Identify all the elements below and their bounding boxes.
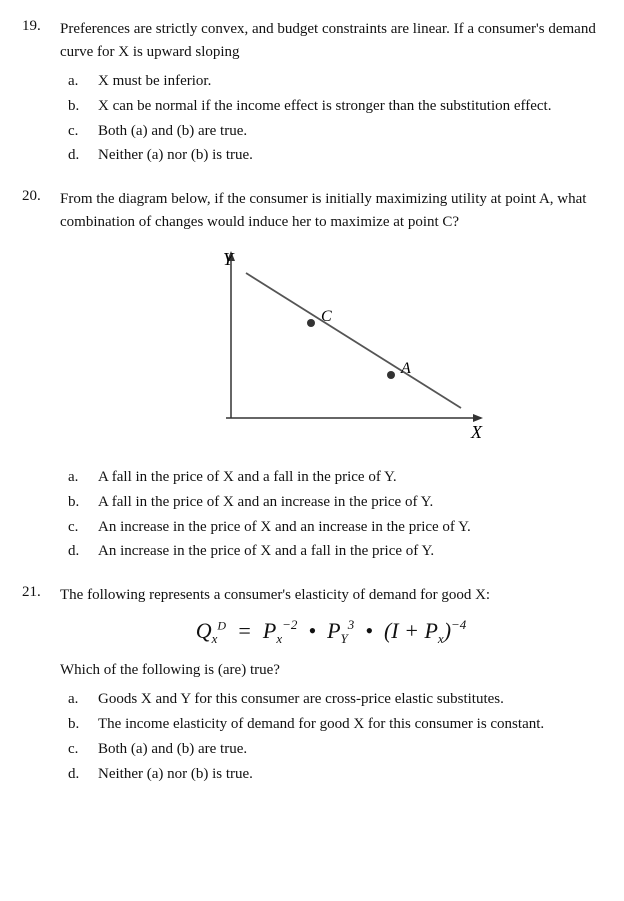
- q19-content: Preferences are strictly convex, and bud…: [60, 18, 602, 170]
- q20-text: From the diagram below, if the consumer …: [60, 188, 602, 233]
- q19-text: Preferences are strictly convex, and bud…: [60, 18, 602, 63]
- opt-text: Neither (a) nor (b) is true.: [98, 764, 602, 786]
- list-item: a. A fall in the price of X and a fall i…: [68, 467, 602, 489]
- question-21: 21. The following represents a consumer'…: [22, 584, 602, 788]
- list-item: a. Goods X and Y for this consumer are c…: [68, 689, 602, 711]
- opt-letter: d.: [68, 764, 98, 786]
- opt-letter: b.: [68, 714, 98, 736]
- list-item: b. A fall in the price of X and an incre…: [68, 492, 602, 514]
- q20-options: a. A fall in the price of X and a fall i…: [68, 467, 602, 563]
- opt-letter: d.: [68, 145, 98, 167]
- list-item: d. Neither (a) nor (b) is true.: [68, 764, 602, 786]
- opt-text: X must be inferior.: [98, 71, 602, 93]
- opt-letter: c.: [68, 121, 98, 143]
- opt-text: An increase in the price of X and an inc…: [98, 517, 602, 539]
- svg-text:A: A: [400, 360, 411, 377]
- opt-letter: a.: [68, 71, 98, 93]
- opt-letter: c.: [68, 739, 98, 761]
- opt-text: Both (a) and (b) are true.: [98, 121, 602, 143]
- opt-letter: a.: [68, 467, 98, 489]
- opt-text: Neither (a) nor (b) is true.: [98, 145, 602, 167]
- list-item: b. The income elasticity of demand for g…: [68, 714, 602, 736]
- list-item: c. An increase in the price of X and an …: [68, 517, 602, 539]
- formula-display: QxD = Px−2 • PY3 • (I + Px)−4: [60, 617, 602, 647]
- opt-text: An increase in the price of X and a fall…: [98, 541, 602, 563]
- question-19: 19. Preferences are strictly convex, and…: [22, 18, 602, 170]
- list-item: d. Neither (a) nor (b) is true.: [68, 145, 602, 167]
- list-item: d. An increase in the price of X and a f…: [68, 541, 602, 563]
- q21-which: Which of the following is (are) true?: [60, 659, 602, 682]
- diagram-container: Y X C A: [60, 243, 602, 453]
- svg-text:C: C: [321, 308, 332, 325]
- opt-letter: a.: [68, 689, 98, 711]
- opt-text: Goods X and Y for this consumer are cros…: [98, 689, 602, 711]
- supply-demand-diagram: Y X C A: [171, 243, 491, 453]
- q21-text: The following represents a consumer's el…: [60, 584, 602, 607]
- opt-text: X can be normal if the income effect is …: [98, 96, 602, 118]
- list-item: b. X can be normal if the income effect …: [68, 96, 602, 118]
- svg-text:X: X: [470, 422, 483, 442]
- q19-number: 19.: [22, 18, 60, 170]
- q20-number: 20.: [22, 188, 60, 566]
- q21-number: 21.: [22, 584, 60, 788]
- list-item: c. Both (a) and (b) are true.: [68, 739, 602, 761]
- q21-options: a. Goods X and Y for this consumer are c…: [68, 689, 602, 785]
- q20-content: From the diagram below, if the consumer …: [60, 188, 602, 566]
- opt-text: A fall in the price of X and an increase…: [98, 492, 602, 514]
- q19-options: a. X must be inferior. b. X can be norma…: [68, 71, 602, 167]
- list-item: a. X must be inferior.: [68, 71, 602, 93]
- opt-letter: d.: [68, 541, 98, 563]
- list-item: c. Both (a) and (b) are true.: [68, 121, 602, 143]
- opt-letter: b.: [68, 492, 98, 514]
- opt-text: Both (a) and (b) are true.: [98, 739, 602, 761]
- opt-text: A fall in the price of X and a fall in t…: [98, 467, 602, 489]
- question-20: 20. From the diagram below, if the consu…: [22, 188, 602, 566]
- opt-letter: b.: [68, 96, 98, 118]
- q21-content: The following represents a consumer's el…: [60, 584, 602, 788]
- opt-letter: c.: [68, 517, 98, 539]
- opt-text: The income elasticity of demand for good…: [98, 714, 602, 736]
